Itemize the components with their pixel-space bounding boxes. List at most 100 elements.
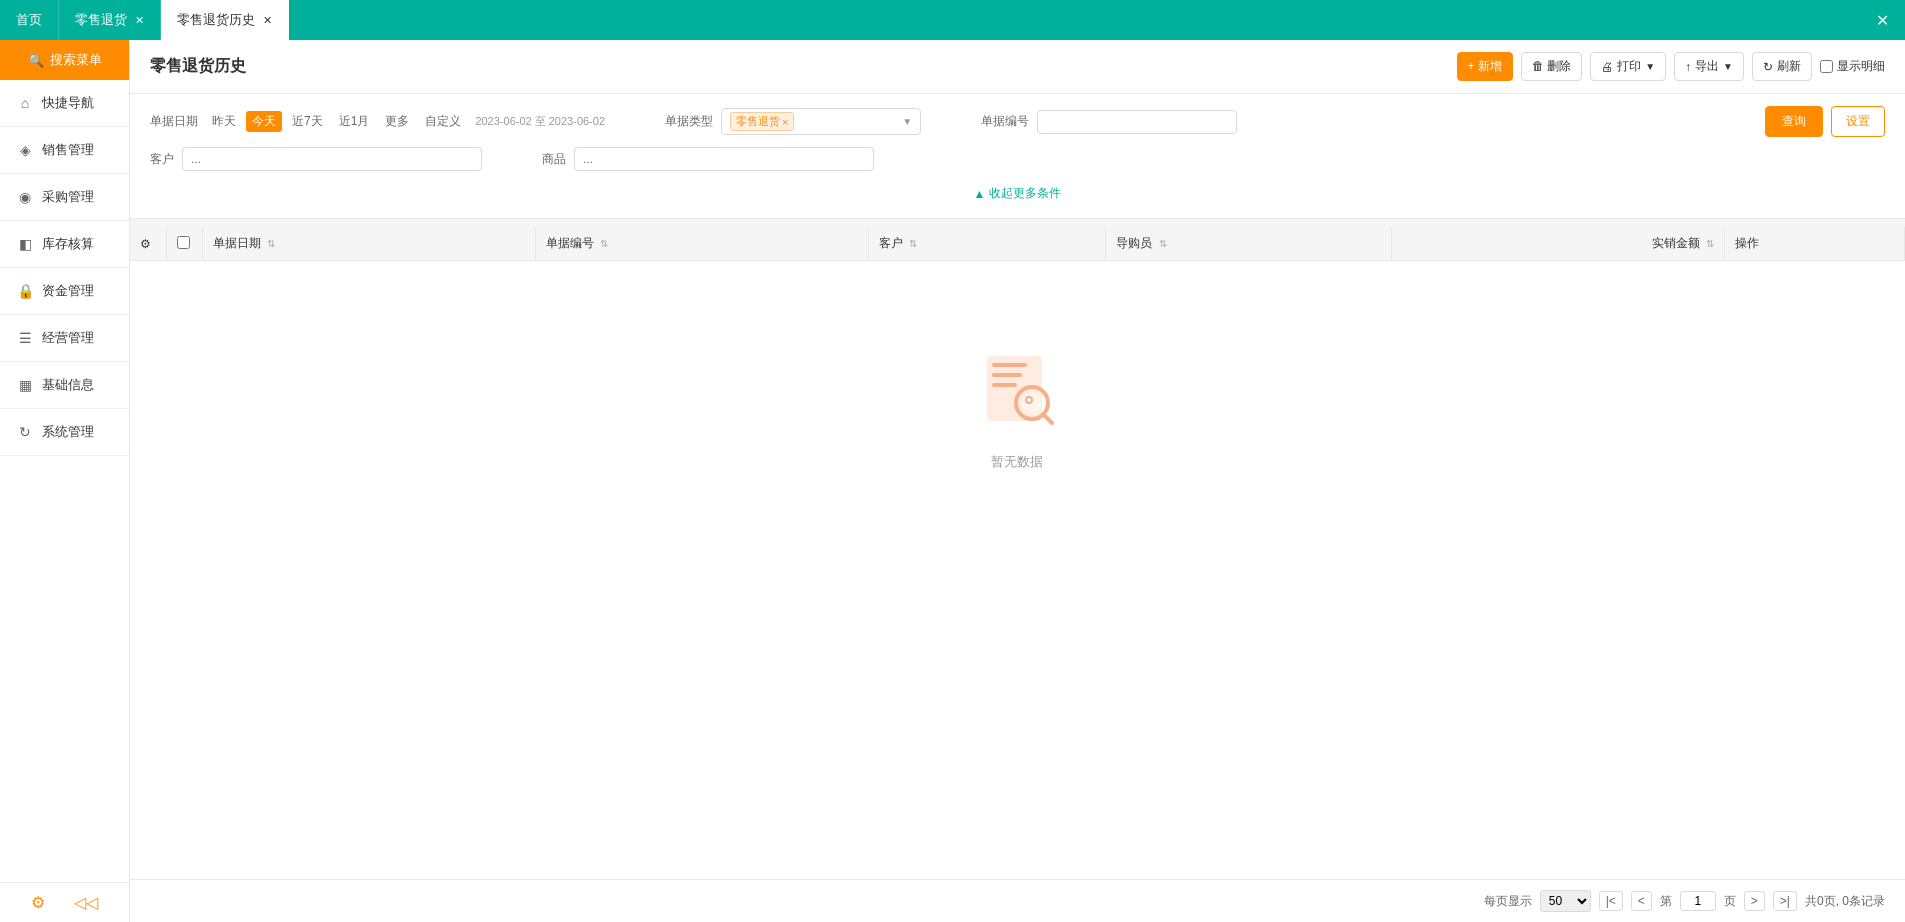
sidebar-item-finance[interactable]: 🔒 资金管理 xyxy=(0,268,129,315)
print-button[interactable]: 🖨 🖨 打印 打印 ▼ xyxy=(1590,52,1666,81)
filter-row-2: 客户 商品 xyxy=(150,147,1885,171)
audio-icon[interactable]: ◁◁ xyxy=(74,893,98,912)
empty-illustration xyxy=(967,341,1067,441)
sidebar-bottom: ⚙ ◁◁ xyxy=(0,882,129,922)
table-settings-icon[interactable]: ⚙ xyxy=(140,237,151,251)
table-col-settings[interactable]: ⚙ xyxy=(130,227,166,261)
filter-doctype-tag: 零售退货 × xyxy=(730,112,794,131)
tab-retail-return-close[interactable]: ✕ xyxy=(135,14,144,27)
tab-retail-return-history-close[interactable]: ✕ xyxy=(263,14,272,27)
export-dropdown-icon: ▼ xyxy=(1723,61,1733,72)
filter-doctype-item: 单据类型 零售退货 × ▼ xyxy=(665,108,921,135)
topbar-close-btn[interactable]: ✕ xyxy=(1876,11,1905,30)
sidebar-search[interactable]: 🔍 搜索菜单 xyxy=(0,40,129,80)
top-bar: 首页 零售退货 ✕ 零售退货历史 ✕ ✕ xyxy=(0,0,1905,40)
show-detail-checkbox[interactable] xyxy=(1820,60,1833,73)
page-next-btn[interactable]: > xyxy=(1744,891,1765,911)
table-col-amount[interactable]: 实销金额 ⇅ xyxy=(1391,227,1724,261)
collapse-arrow-icon: ▲ xyxy=(974,187,986,201)
filter-docno-input[interactable] xyxy=(1037,110,1237,134)
table-select-all[interactable] xyxy=(177,236,190,249)
tab-home[interactable]: 首页 xyxy=(0,0,59,40)
filter-collapse-container: ▲ 收起更多条件 xyxy=(150,181,1885,206)
filter-goods-input[interactable] xyxy=(574,147,874,171)
content-area: 零售退货历史 + 新增 🗑 删除 🖨 🖨 打印 打印 ▼ ↑ 导出 ▼ ↻ 刷 xyxy=(130,40,1905,922)
pagination-bar: 每页显示 20 50 100 |< < 第 页 > >| 共0页, 0条记录 xyxy=(130,879,1905,922)
date-btn-yesterday[interactable]: 昨天 xyxy=(206,111,242,132)
tab-retail-return[interactable]: 零售退货 ✕ xyxy=(59,0,161,40)
inventory-icon: ◧ xyxy=(16,235,34,253)
amount-sort-icon: ⇅ xyxy=(1706,238,1714,249)
guide-sort-icon: ⇅ xyxy=(1159,238,1167,249)
filter-date-label: 单据日期 xyxy=(150,113,198,130)
new-button[interactable]: + 新增 xyxy=(1457,52,1513,81)
page-title: 零售退货历史 xyxy=(150,56,246,77)
filter-customer-input[interactable] xyxy=(182,147,482,171)
date-btn-more[interactable]: 更多 xyxy=(379,111,415,132)
date-btn-last1m[interactable]: 近1月 xyxy=(333,111,376,132)
page-prev-btn[interactable]: < xyxy=(1631,891,1652,911)
export-button[interactable]: ↑ 导出 ▼ xyxy=(1674,52,1744,81)
svg-line-5 xyxy=(1043,414,1052,423)
search-icon: 🔍 xyxy=(28,53,44,68)
filter-row-1: 单据日期 昨天 今天 近7天 近1月 更多 自定义 2023-06-02 至 2… xyxy=(150,106,1885,137)
page-last-btn[interactable]: >| xyxy=(1773,891,1797,911)
tab-retail-return-label: 零售退货 xyxy=(75,11,127,29)
sidebar-item-sys-mgmt[interactable]: ↻ 系统管理 xyxy=(0,409,129,456)
filter-goods-item: 商品 xyxy=(542,147,874,171)
date-btn-custom[interactable]: 自定义 xyxy=(419,111,467,132)
svg-rect-2 xyxy=(992,373,1022,377)
doc-date-sort-icon: ⇅ xyxy=(267,238,275,249)
settings-gear-icon[interactable]: ⚙ xyxy=(31,893,45,912)
table-col-guide[interactable]: 导购员 ⇅ xyxy=(1106,227,1391,261)
print-dropdown-icon: ▼ xyxy=(1645,61,1655,72)
page-size-select[interactable]: 20 50 100 xyxy=(1540,890,1591,912)
sidebar-item-basic-info-label: 基础信息 xyxy=(42,376,94,394)
table-wrapper: ⚙ 单据日期 ⇅ 单据编号 ⇅ xyxy=(130,227,1905,879)
filter-doctype-tag-close[interactable]: × xyxy=(782,116,788,128)
sidebar-item-quick-nav[interactable]: ⌂ 快捷导航 xyxy=(0,80,129,127)
customer-sort-icon: ⇅ xyxy=(909,238,917,249)
page-size-label: 每页显示 xyxy=(1484,893,1532,910)
filter-docno-item: 单据编号 xyxy=(981,110,1237,134)
setting-button[interactable]: 设置 xyxy=(1831,106,1885,137)
page-input[interactable] xyxy=(1680,891,1716,911)
delete-button[interactable]: 🗑 删除 xyxy=(1521,52,1582,81)
home-icon: ⌂ xyxy=(16,94,34,112)
query-button[interactable]: 查询 xyxy=(1765,106,1823,137)
sidebar-item-basic-info[interactable]: ▦ 基础信息 xyxy=(0,362,129,409)
table-col-checkbox[interactable] xyxy=(166,227,202,261)
date-btn-today[interactable]: 今天 xyxy=(246,111,282,132)
filter-docno-label: 单据编号 xyxy=(981,113,1029,130)
filter-doctype-select[interactable]: 零售退货 × ▼ xyxy=(721,108,921,135)
page-unit: 页 xyxy=(1724,893,1736,910)
refresh-button[interactable]: ↻ 刷新 xyxy=(1752,52,1812,81)
filter-doctype-tag-text: 零售退货 xyxy=(736,114,780,129)
filter-goods-label: 商品 xyxy=(542,151,566,168)
main-layout: 🔍 搜索菜单 ⌂ 快捷导航 ◈ 销售管理 ◉ 采购管理 ◧ 库存核算 🔒 资金 xyxy=(0,40,1905,922)
basic-info-icon: ▦ xyxy=(16,376,34,394)
sidebar-item-sales-mgmt[interactable]: ◈ 销售管理 xyxy=(0,127,129,174)
collapse-button[interactable]: ▲ 收起更多条件 xyxy=(150,181,1885,206)
sidebar: 🔍 搜索菜单 ⌂ 快捷导航 ◈ 销售管理 ◉ 采购管理 ◧ 库存核算 🔒 资金 xyxy=(0,40,130,922)
sidebar-item-purchase-mgmt-label: 采购管理 xyxy=(42,188,94,206)
sidebar-item-operations[interactable]: ☰ 经营管理 xyxy=(0,315,129,362)
svg-rect-3 xyxy=(992,383,1017,387)
page-label: 第 xyxy=(1660,893,1672,910)
doc-no-sort-icon: ⇅ xyxy=(600,238,608,249)
table-col-customer[interactable]: 客户 ⇅ xyxy=(869,227,1106,261)
table-col-doc-no[interactable]: 单据编号 ⇅ xyxy=(535,227,868,261)
sidebar-item-purchase-mgmt[interactable]: ◉ 采购管理 xyxy=(0,174,129,221)
date-btn-last7[interactable]: 近7天 xyxy=(286,111,329,132)
page-actions: + 新增 🗑 删除 🖨 🖨 打印 打印 ▼ ↑ 导出 ▼ ↻ 刷新 xyxy=(1457,52,1886,81)
page-first-btn[interactable]: |< xyxy=(1599,891,1623,911)
table-col-doc-date[interactable]: 单据日期 ⇅ xyxy=(202,227,535,261)
filter-customer-item: 客户 xyxy=(150,147,482,171)
tab-retail-return-history[interactable]: 零售退货历史 ✕ xyxy=(161,0,289,40)
tab-list: 首页 零售退货 ✕ 零售退货历史 ✕ xyxy=(0,0,1876,40)
refresh-icon: ↻ xyxy=(1763,60,1773,74)
sidebar-item-sales-mgmt-label: 销售管理 xyxy=(42,141,94,159)
filter-action-buttons: 查询 设置 xyxy=(1765,106,1885,137)
sidebar-item-inventory[interactable]: ◧ 库存核算 xyxy=(0,221,129,268)
show-detail-label[interactable]: 显示明细 xyxy=(1820,58,1885,75)
